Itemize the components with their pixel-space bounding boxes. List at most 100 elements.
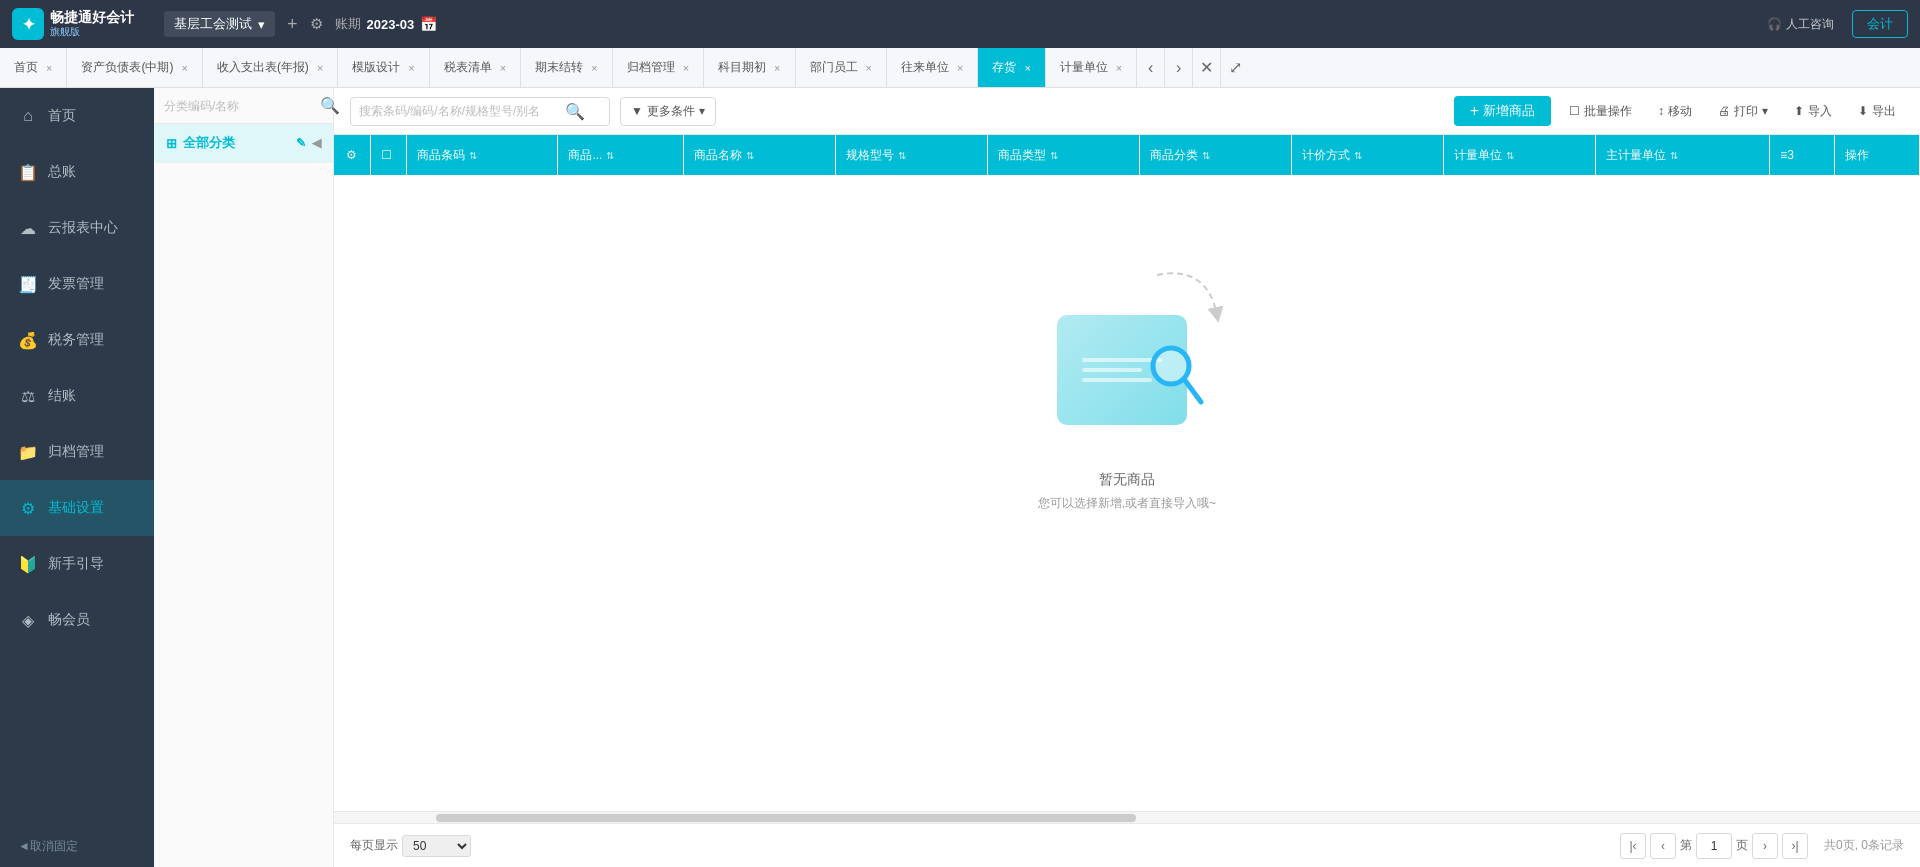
tab-subject-close[interactable]: × bbox=[774, 62, 780, 74]
tax-icon: 💰 bbox=[18, 331, 38, 350]
th-name[interactable]: 商品名称 ⇅ bbox=[684, 135, 836, 175]
tab-subject[interactable]: 科目期初 × bbox=[704, 48, 795, 88]
sidebar-item-archive[interactable]: 📁 归档管理 bbox=[0, 424, 154, 480]
sidebar-close-label: 结账 bbox=[48, 387, 76, 405]
tab-income-close[interactable]: × bbox=[317, 62, 323, 74]
batch-icon: ☐ bbox=[1569, 104, 1580, 118]
sidebar-item-guide[interactable]: 🔰 新手引导 bbox=[0, 536, 154, 592]
add-product-button[interactable]: + 新增商品 bbox=[1454, 96, 1551, 126]
first-page-btn[interactable]: |‹ bbox=[1620, 833, 1646, 859]
empty-row: 暂无商品 您可以选择新增,或者直接导入哦~ bbox=[334, 175, 1920, 592]
tab-related-close[interactable]: × bbox=[957, 62, 963, 74]
add-label: 新增商品 bbox=[1483, 102, 1535, 120]
sidebar-item-basic[interactable]: ⚙ 基础设置 bbox=[0, 480, 154, 536]
tab-archive[interactable]: 归档管理 × bbox=[613, 48, 704, 88]
th-main-unit[interactable]: 主计量单位 ⇅ bbox=[1595, 135, 1769, 175]
tab-inventory-close[interactable]: × bbox=[1024, 62, 1030, 74]
edit-icon[interactable]: ✎ bbox=[296, 136, 306, 150]
category-all[interactable]: ⊞ 全部分类 ✎ ◀ bbox=[154, 124, 333, 163]
tab-close-all-btn[interactable]: ✕ bbox=[1193, 48, 1221, 88]
move-action-btn[interactable]: ↕ 移动 bbox=[1650, 98, 1700, 125]
sidebar-item-close[interactable]: ⚖ 结账 bbox=[0, 368, 154, 424]
sidebar-item-member[interactable]: ◈ 畅会员 bbox=[0, 592, 154, 648]
tab-template-close[interactable]: × bbox=[408, 62, 414, 74]
th-category[interactable]: 商品分类 ⇅ bbox=[1140, 135, 1292, 175]
tab-balance-close[interactable]: × bbox=[181, 62, 187, 74]
th-type[interactable]: 商品类型 ⇅ bbox=[988, 135, 1140, 175]
sidebar-item-invoice[interactable]: 🧾 发票管理 bbox=[0, 256, 154, 312]
th-settings[interactable]: ⚙ bbox=[334, 135, 370, 175]
tab-period-close-icon[interactable]: × bbox=[591, 62, 597, 74]
filter-button[interactable]: ▼ 更多条件 ▾ bbox=[620, 97, 716, 126]
tab-template[interactable]: 模版设计 × bbox=[338, 48, 429, 88]
print-action-btn[interactable]: 🖨 打印 ▾ bbox=[1710, 98, 1776, 125]
import-action-btn[interactable]: ⬆ 导入 bbox=[1786, 98, 1840, 125]
tab-next-btn[interactable]: › bbox=[1165, 48, 1193, 88]
horizontal-scrollbar[interactable] bbox=[334, 811, 1920, 823]
page-input[interactable] bbox=[1696, 833, 1732, 859]
th-category-label: 商品分类 bbox=[1150, 147, 1198, 164]
search-input[interactable] bbox=[359, 104, 559, 118]
tab-home-label: 首页 bbox=[14, 59, 38, 76]
help-button[interactable]: 🎧 人工咨询 bbox=[1759, 12, 1842, 37]
collapse-icon[interactable]: ◀ bbox=[312, 136, 321, 150]
sidebar-item-home[interactable]: ⌂ 首页 bbox=[0, 88, 154, 144]
tab-archive-close[interactable]: × bbox=[683, 62, 689, 74]
tab-home-close[interactable]: × bbox=[46, 62, 52, 74]
tab-home[interactable]: 首页 × bbox=[0, 48, 67, 88]
calendar-icon[interactable]: 📅 bbox=[420, 16, 437, 32]
tab-tax-close[interactable]: × bbox=[500, 62, 506, 74]
products-table: ⚙ ☐ 商品条码 ⇅ 商品... bbox=[334, 135, 1920, 592]
tab-bar: 首页 × 资产负债表(中期) × 收入支出表(年报) × 模版设计 × 税表清单… bbox=[0, 48, 1920, 88]
th-col3[interactable]: ≡3 bbox=[1770, 135, 1835, 175]
prev-page-btn[interactable]: ‹ bbox=[1650, 833, 1676, 859]
empty-title: 暂无商品 bbox=[1099, 471, 1155, 489]
batch-action-btn[interactable]: ☐ 批量操作 bbox=[1561, 98, 1640, 125]
sort-category-icon: ⇅ bbox=[1202, 150, 1210, 161]
next-page-btn[interactable]: › bbox=[1752, 833, 1778, 859]
tab-unit-close[interactable]: × bbox=[1116, 62, 1122, 74]
category-search-input[interactable] bbox=[164, 99, 314, 113]
tab-dept-close[interactable]: × bbox=[866, 62, 872, 74]
th-spec[interactable]: 规格型号 ⇅ bbox=[836, 135, 988, 175]
th-check[interactable]: ☐ bbox=[370, 135, 406, 175]
th-price-method[interactable]: 计价方式 ⇅ bbox=[1291, 135, 1443, 175]
export-action-btn[interactable]: ⬇ 导出 bbox=[1850, 98, 1904, 125]
scrollbar-thumb[interactable] bbox=[436, 814, 1136, 822]
sidebar-item-ledger[interactable]: 📋 总账 bbox=[0, 144, 154, 200]
home-icon: ⌂ bbox=[18, 107, 38, 125]
account-button[interactable]: 会计 bbox=[1852, 10, 1908, 38]
main-layout: ⌂ 首页 📋 总账 ☁ 云报表中心 🧾 发票管理 💰 税务管理 ⚖ 结账 📁 归… bbox=[0, 88, 1920, 867]
th-unit[interactable]: 计量单位 ⇅ bbox=[1443, 135, 1595, 175]
cancel-fixed-btn[interactable]: ◄取消固定 bbox=[0, 826, 154, 867]
company-selector[interactable]: 基层工会测试 ▾ bbox=[164, 11, 275, 37]
tab-unit-label: 计量单位 bbox=[1060, 59, 1108, 76]
tab-period-label: 期末结转 bbox=[535, 59, 583, 76]
tab-income[interactable]: 收入支出表(年报) × bbox=[203, 48, 338, 88]
sidebar-item-cloud-report[interactable]: ☁ 云报表中心 bbox=[0, 200, 154, 256]
tab-period-close[interactable]: 期末结转 × bbox=[521, 48, 612, 88]
th-barcode[interactable]: 商品条码 ⇅ bbox=[406, 135, 558, 175]
sidebar-ledger-label: 总账 bbox=[48, 163, 76, 181]
add-icon[interactable]: + bbox=[287, 14, 298, 35]
tab-balance-sheet[interactable]: 资产负债表(中期) × bbox=[67, 48, 202, 88]
add-icon-btn: + bbox=[1470, 102, 1479, 120]
tab-unit[interactable]: 计量单位 × bbox=[1046, 48, 1137, 88]
th-code[interactable]: 商品... ⇅ bbox=[558, 135, 684, 175]
settings-icon[interactable]: ⚙ bbox=[310, 15, 323, 33]
tab-tax[interactable]: 税表清单 × bbox=[430, 48, 521, 88]
logo-text-wrap: 畅捷通好会计 旗舰版 bbox=[50, 9, 134, 40]
tab-dept[interactable]: 部门员工 × bbox=[796, 48, 887, 88]
tab-expand-btn[interactable]: ⤢ bbox=[1221, 48, 1249, 88]
tab-prev-btn[interactable]: ‹ bbox=[1137, 48, 1165, 88]
last-page-btn[interactable]: ›| bbox=[1782, 833, 1808, 859]
search-submit-icon[interactable]: 🔍 bbox=[565, 102, 585, 121]
sidebar-tax-label: 税务管理 bbox=[48, 331, 104, 349]
sidebar-item-tax[interactable]: 💰 税务管理 bbox=[0, 312, 154, 368]
tab-related[interactable]: 往来单位 × bbox=[887, 48, 978, 88]
tab-inventory[interactable]: 存货 × bbox=[978, 48, 1045, 88]
right-content: 🔍 ▼ 更多条件 ▾ + 新增商品 ☐ 批量操作 bbox=[334, 88, 1920, 867]
tab-balance-label: 资产负债表(中期) bbox=[81, 59, 173, 76]
per-page-select[interactable]: 50 10 20 100 bbox=[402, 835, 471, 857]
tab-subject-label: 科目期初 bbox=[718, 59, 766, 76]
